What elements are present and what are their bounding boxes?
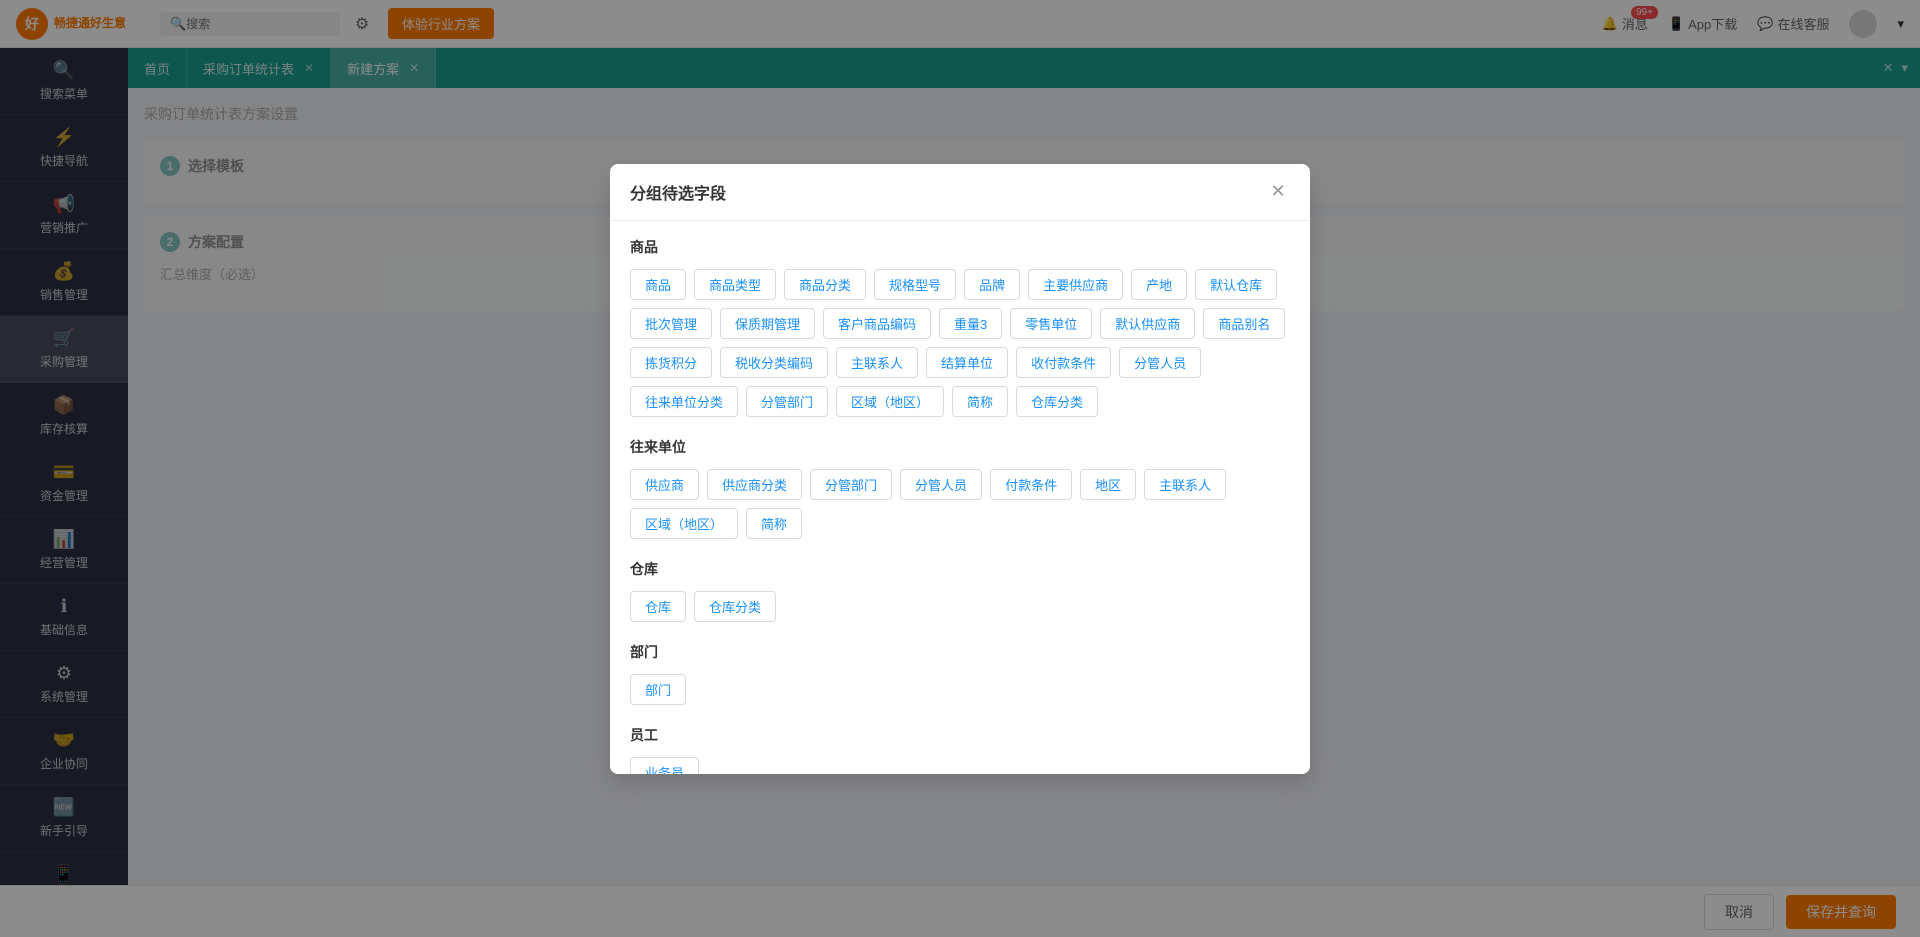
group-product-title: 商品: [630, 237, 1290, 257]
field-tag[interactable]: 简称: [952, 386, 1008, 417]
group-warehouse-title: 仓库: [630, 559, 1290, 579]
field-tag[interactable]: 供应商分类: [707, 469, 802, 500]
field-tag[interactable]: 产地: [1131, 269, 1187, 300]
field-tag[interactable]: 重量3: [939, 308, 1002, 339]
warehouse-tags: 仓库 仓库分类: [630, 591, 1290, 622]
field-tag[interactable]: 主要供应商: [1028, 269, 1123, 300]
field-group-warehouse: 仓库 仓库 仓库分类: [630, 559, 1290, 622]
field-tag[interactable]: 默认供应商: [1100, 308, 1195, 339]
field-tag[interactable]: 主联系人: [836, 347, 918, 378]
modal-overlay: 分组待选字段 ✕ 商品 商品 商品类型 商品分类 规格型号 品牌 主要供应商 产…: [0, 0, 1920, 937]
field-tag[interactable]: 分管人员: [900, 469, 982, 500]
field-tag[interactable]: 仓库分类: [1016, 386, 1098, 417]
field-tag[interactable]: 仓库: [630, 591, 686, 622]
field-tag[interactable]: 分管部门: [746, 386, 828, 417]
field-tag[interactable]: 仓库分类: [694, 591, 776, 622]
field-tag[interactable]: 结算单位: [926, 347, 1008, 378]
field-tag[interactable]: 规格型号: [874, 269, 956, 300]
dept-tags: 部门: [630, 674, 1290, 705]
field-group-dept: 部门 部门: [630, 642, 1290, 705]
field-tag[interactable]: 客户商品编码: [823, 308, 931, 339]
field-group-product: 商品 商品 商品类型 商品分类 规格型号 品牌 主要供应商 产地 默认仓库 批次…: [630, 237, 1290, 417]
field-tag[interactable]: 区域（地区）: [836, 386, 944, 417]
field-tag[interactable]: 区域（地区）: [630, 508, 738, 539]
field-tag[interactable]: 拣货积分: [630, 347, 712, 378]
field-tag[interactable]: 品牌: [964, 269, 1020, 300]
field-tag[interactable]: 商品分类: [784, 269, 866, 300]
modal-header: 分组待选字段 ✕: [610, 164, 1310, 221]
modal-close-button[interactable]: ✕: [1266, 180, 1290, 204]
field-tag[interactable]: 主联系人: [1144, 469, 1226, 500]
field-tag[interactable]: 收付款条件: [1016, 347, 1111, 378]
group-employee-title: 员工: [630, 725, 1290, 745]
modal-body: 商品 商品 商品类型 商品分类 规格型号 品牌 主要供应商 产地 默认仓库 批次…: [610, 221, 1310, 774]
field-tag[interactable]: 零售单位: [1010, 308, 1092, 339]
field-tag[interactable]: 批次管理: [630, 308, 712, 339]
employee-tags: 业务员: [630, 757, 1290, 774]
field-tag[interactable]: 业务员: [630, 757, 699, 774]
group-counterparty-title: 往来单位: [630, 437, 1290, 457]
field-group-employee: 员工 业务员: [630, 725, 1290, 774]
field-tag[interactable]: 商品类型: [694, 269, 776, 300]
counterparty-tags: 供应商 供应商分类 分管部门 分管人员 付款条件 地区 主联系人 区域（地区） …: [630, 469, 1290, 539]
field-tag[interactable]: 税收分类编码: [720, 347, 828, 378]
modal-title: 分组待选字段: [630, 180, 726, 204]
field-tag[interactable]: 供应商: [630, 469, 699, 500]
field-group-counterparty: 往来单位 供应商 供应商分类 分管部门 分管人员 付款条件 地区 主联系人 区域…: [630, 437, 1290, 539]
field-tag[interactable]: 默认仓库: [1195, 269, 1277, 300]
field-select-modal: 分组待选字段 ✕ 商品 商品 商品类型 商品分类 规格型号 品牌 主要供应商 产…: [610, 164, 1310, 774]
field-tag[interactable]: 部门: [630, 674, 686, 705]
field-tag[interactable]: 商品别名: [1203, 308, 1285, 339]
field-tag[interactable]: 简称: [746, 508, 802, 539]
field-tag[interactable]: 保质期管理: [720, 308, 815, 339]
field-tag[interactable]: 往来单位分类: [630, 386, 738, 417]
field-tag[interactable]: 分管部门: [810, 469, 892, 500]
field-tag[interactable]: 分管人员: [1119, 347, 1201, 378]
group-dept-title: 部门: [630, 642, 1290, 662]
field-tag[interactable]: 付款条件: [990, 469, 1072, 500]
product-tags: 商品 商品类型 商品分类 规格型号 品牌 主要供应商 产地 默认仓库 批次管理 …: [630, 269, 1290, 417]
field-tag[interactable]: 地区: [1080, 469, 1136, 500]
field-tag[interactable]: 商品: [630, 269, 686, 300]
